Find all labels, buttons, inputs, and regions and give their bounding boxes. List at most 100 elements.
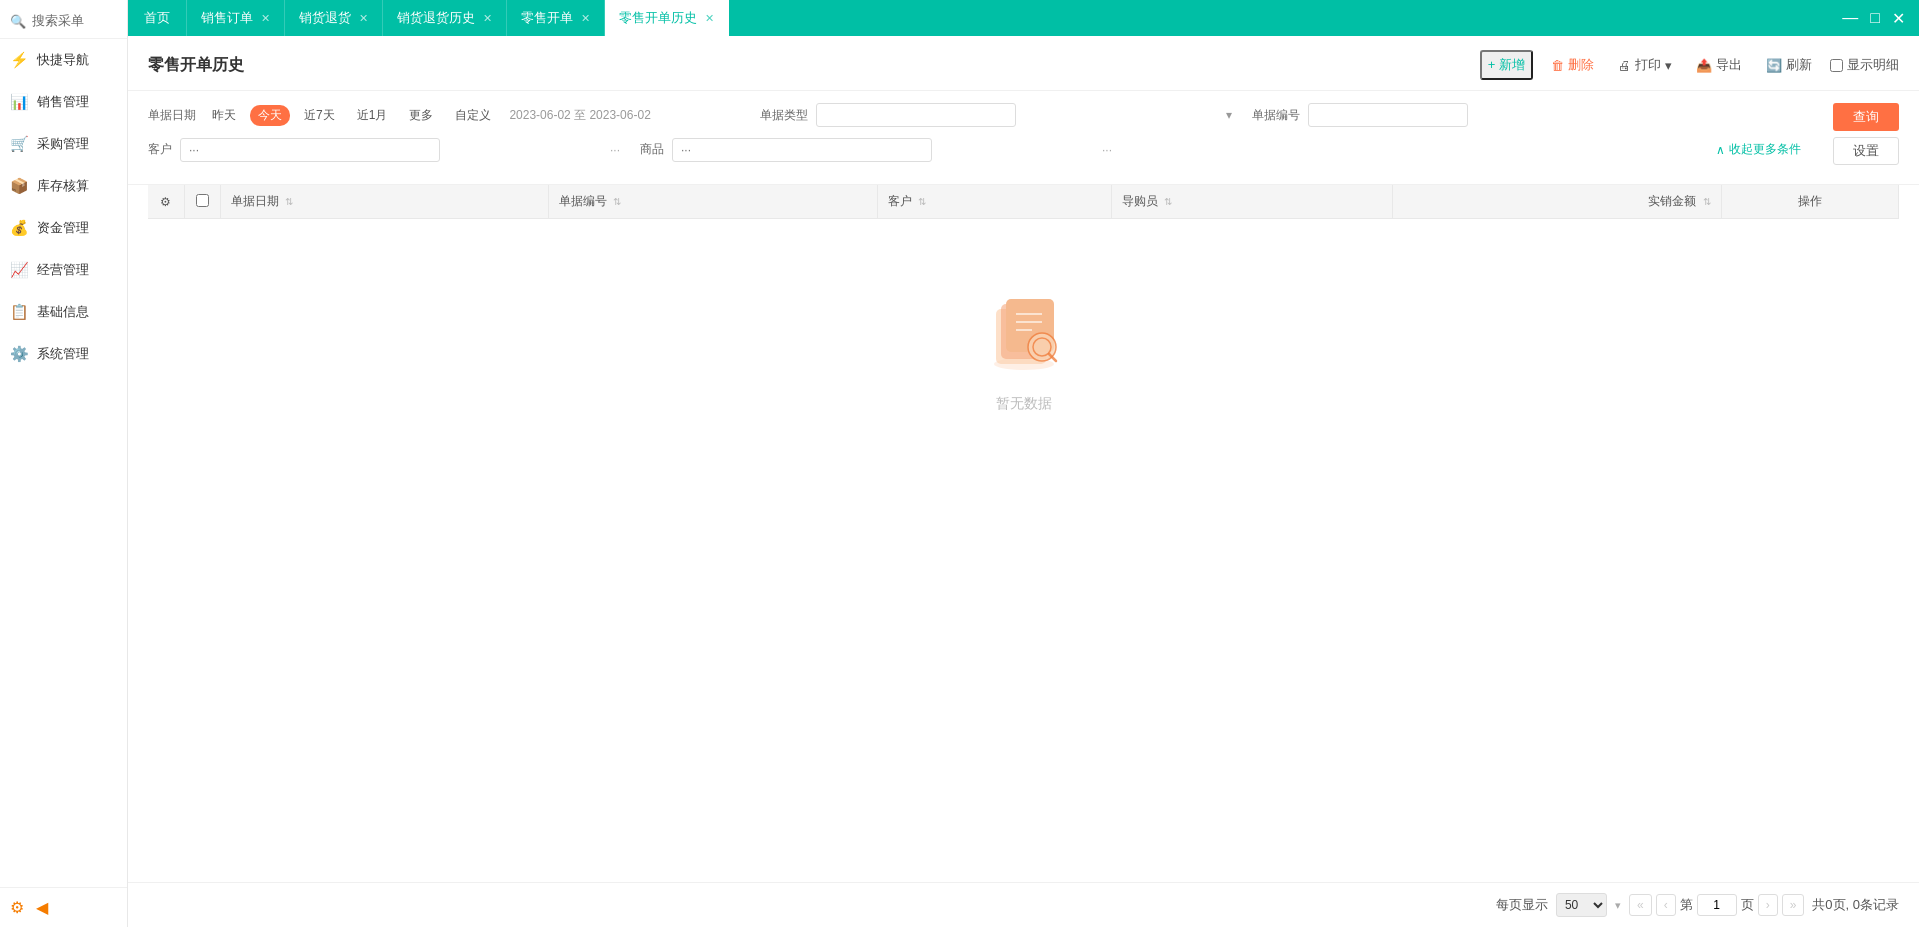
sidebar-item-sales-mgmt[interactable]: 📊销售管理	[0, 81, 127, 123]
show-detail-toggle[interactable]: 显示明细	[1830, 56, 1899, 74]
print-button[interactable]: 🖨 打印 ▾	[1612, 52, 1678, 78]
next-page-btn[interactable]: ›	[1758, 894, 1778, 916]
col-date[interactable]: 单据日期 ⇅	[220, 185, 549, 219]
refresh-icon: 🔄	[1766, 58, 1782, 73]
sidebar-item-base-info[interactable]: 📋基础信息	[0, 291, 127, 333]
tab-sales-return[interactable]: 销货退货✕	[285, 0, 383, 36]
sidebar-icon-quick-nav: ⚡	[10, 51, 29, 69]
tab-home[interactable]: 首页	[128, 0, 187, 36]
sidebar-icon-finance: 💰	[10, 219, 29, 237]
tab-label-sales-return-hist: 销货退货历史	[397, 9, 475, 27]
sidebar-label-purchase-mgmt: 采购管理	[37, 135, 89, 153]
customer-wrap: ···	[180, 138, 628, 162]
date-custom[interactable]: 自定义	[447, 105, 499, 126]
show-detail-checkbox[interactable]	[1830, 59, 1843, 72]
sidebar-icon-sys-mgmt: ⚙️	[10, 345, 29, 363]
sidebar-item-inventory[interactable]: 📦 库存核算	[0, 165, 127, 207]
per-page-select[interactable]: 50 10 20 100	[1556, 893, 1607, 917]
query-actions: 查询 设置	[1833, 103, 1899, 165]
tab-retail-open[interactable]: 零售开单✕	[507, 0, 605, 36]
goods-filter: 商品 ···	[640, 138, 1120, 162]
sidebar-search[interactable]: 🔍 搜索采单	[0, 0, 127, 39]
date-yesterday[interactable]: 昨天	[204, 105, 244, 126]
doc-type-label: 单据类型	[760, 107, 808, 124]
doc-type-select[interactable]	[816, 103, 1016, 127]
first-page-btn[interactable]: «	[1629, 894, 1652, 916]
sidebar-label-sys-mgmt: 系统管理	[37, 345, 89, 363]
col-no[interactable]: 单据编号 ⇅	[549, 185, 878, 219]
tab-close-retail-open[interactable]: ✕	[581, 12, 590, 25]
setting-button[interactable]: 设置	[1833, 137, 1899, 165]
settings-icon[interactable]: ⚙	[10, 898, 24, 917]
search-icon: 🔍	[10, 14, 26, 29]
last-page-btn[interactable]: »	[1782, 894, 1805, 916]
sidebar-label-operations: 经营管理	[37, 261, 89, 279]
sort-guide-icon: ⇅	[1164, 196, 1172, 207]
sort-amount-icon: ⇅	[1703, 196, 1711, 207]
goods-input[interactable]	[672, 138, 932, 162]
tab-close-sales-order[interactable]: ✕	[261, 12, 270, 25]
select-all-checkbox[interactable]	[196, 194, 209, 207]
doc-no-label: 单据编号	[1252, 107, 1300, 124]
customer-filter: 客户 ···	[148, 138, 628, 162]
col-guide[interactable]: 导购员 ⇅	[1111, 185, 1392, 219]
tab-label-sales-order: 销售订单	[201, 9, 253, 27]
sidebar-icon-operations: 📈	[10, 261, 29, 279]
sidebar-item-purchase-mgmt[interactable]: 🛒 采购管理	[0, 123, 127, 165]
collapse-arrow-icon: ∧	[1716, 143, 1725, 157]
print-icon: 🖨	[1618, 58, 1631, 73]
empty-text: 暂无数据	[996, 395, 1052, 413]
doc-no-filter: 单据编号	[1252, 103, 1732, 127]
tab-sales-return-hist[interactable]: 销货退货历史 ✕	[383, 0, 507, 36]
delete-button[interactable]: 🗑 删除	[1545, 52, 1600, 78]
page-input[interactable]: 1	[1697, 894, 1737, 916]
sidebar-icon-purchase-mgmt: 🛒	[10, 135, 29, 153]
per-page-label: 每页显示	[1496, 896, 1548, 914]
maximize-btn[interactable]: □	[1866, 9, 1884, 27]
col-customer[interactable]: 客户 ⇅	[877, 185, 1111, 219]
prev-page-btn[interactable]: ‹	[1656, 894, 1676, 916]
goods-dots[interactable]: ···	[1102, 143, 1112, 157]
date-today[interactable]: 今天	[250, 105, 290, 126]
doc-no-wrap	[1308, 103, 1732, 127]
sidebar-label-sales-mgmt: 销售管理	[37, 93, 89, 111]
col-amount[interactable]: 实销金额 ⇅	[1392, 185, 1721, 219]
minimize-btn[interactable]: —	[1838, 9, 1862, 27]
table-head: ⚙ 单据日期 ⇅ 单据编号 ⇅ 客户	[148, 185, 1899, 219]
add-button[interactable]: + 新增	[1480, 50, 1533, 80]
sort-date-icon: ⇅	[285, 196, 293, 207]
query-button[interactable]: 查询	[1833, 103, 1899, 131]
close-btn[interactable]: ✕	[1888, 9, 1909, 28]
export-button[interactable]: 📤 导出	[1690, 52, 1748, 78]
tab-close-sales-return-hist[interactable]: ✕	[483, 12, 492, 25]
page-label: 第	[1680, 896, 1693, 914]
tab-close-sales-return[interactable]: ✕	[359, 12, 368, 25]
pagination: 每页显示 50 10 20 100 ▾ « ‹ 第 1 页 › » 共0页, 0…	[128, 882, 1919, 927]
sidebar-item-sys-mgmt[interactable]: ⚙️ 系统管理	[0, 333, 127, 375]
date-month[interactable]: 近1月	[349, 105, 396, 126]
filter-area: 单据日期 昨天 今天 近7天 近1月 更多 自定义 2023-06-02 至 2…	[128, 91, 1919, 185]
tab-sales-order[interactable]: 销售订单 ✕	[187, 0, 285, 36]
sidebar-item-quick-nav[interactable]: ⚡快捷导航	[0, 39, 127, 81]
refresh-button[interactable]: 🔄 刷新	[1760, 52, 1818, 78]
collapse-button[interactable]: ∧ 收起更多条件	[1708, 137, 1809, 162]
sidebar-label-base-info: 基础信息	[37, 303, 89, 321]
sidebar-label-finance: 资金管理	[37, 219, 89, 237]
page-title: 零售开单历史	[148, 55, 244, 76]
doc-no-input[interactable]	[1308, 103, 1468, 127]
sidebar-bottom: ⚙ ◀	[0, 887, 127, 927]
customer-dots[interactable]: ···	[610, 143, 620, 157]
tab-close-retail-open-hist[interactable]: ✕	[705, 12, 714, 25]
collapse-icon[interactable]: ◀	[36, 898, 48, 917]
col-settings[interactable]: ⚙	[148, 185, 184, 219]
export-icon: 📤	[1696, 58, 1712, 73]
sidebar-label-inventory: 库存核算	[37, 177, 89, 195]
goods-label: 商品	[640, 141, 664, 158]
date-more[interactable]: 更多	[401, 105, 441, 126]
date-week[interactable]: 近7天	[296, 105, 343, 126]
tab-retail-open-hist[interactable]: 零售开单历史✕	[605, 0, 729, 36]
sidebar-item-finance[interactable]: 💰 资金管理	[0, 207, 127, 249]
customer-input[interactable]	[180, 138, 440, 162]
sidebar-icon-inventory: 📦	[10, 177, 29, 195]
sidebar-item-operations[interactable]: 📈 经营管理	[0, 249, 127, 291]
